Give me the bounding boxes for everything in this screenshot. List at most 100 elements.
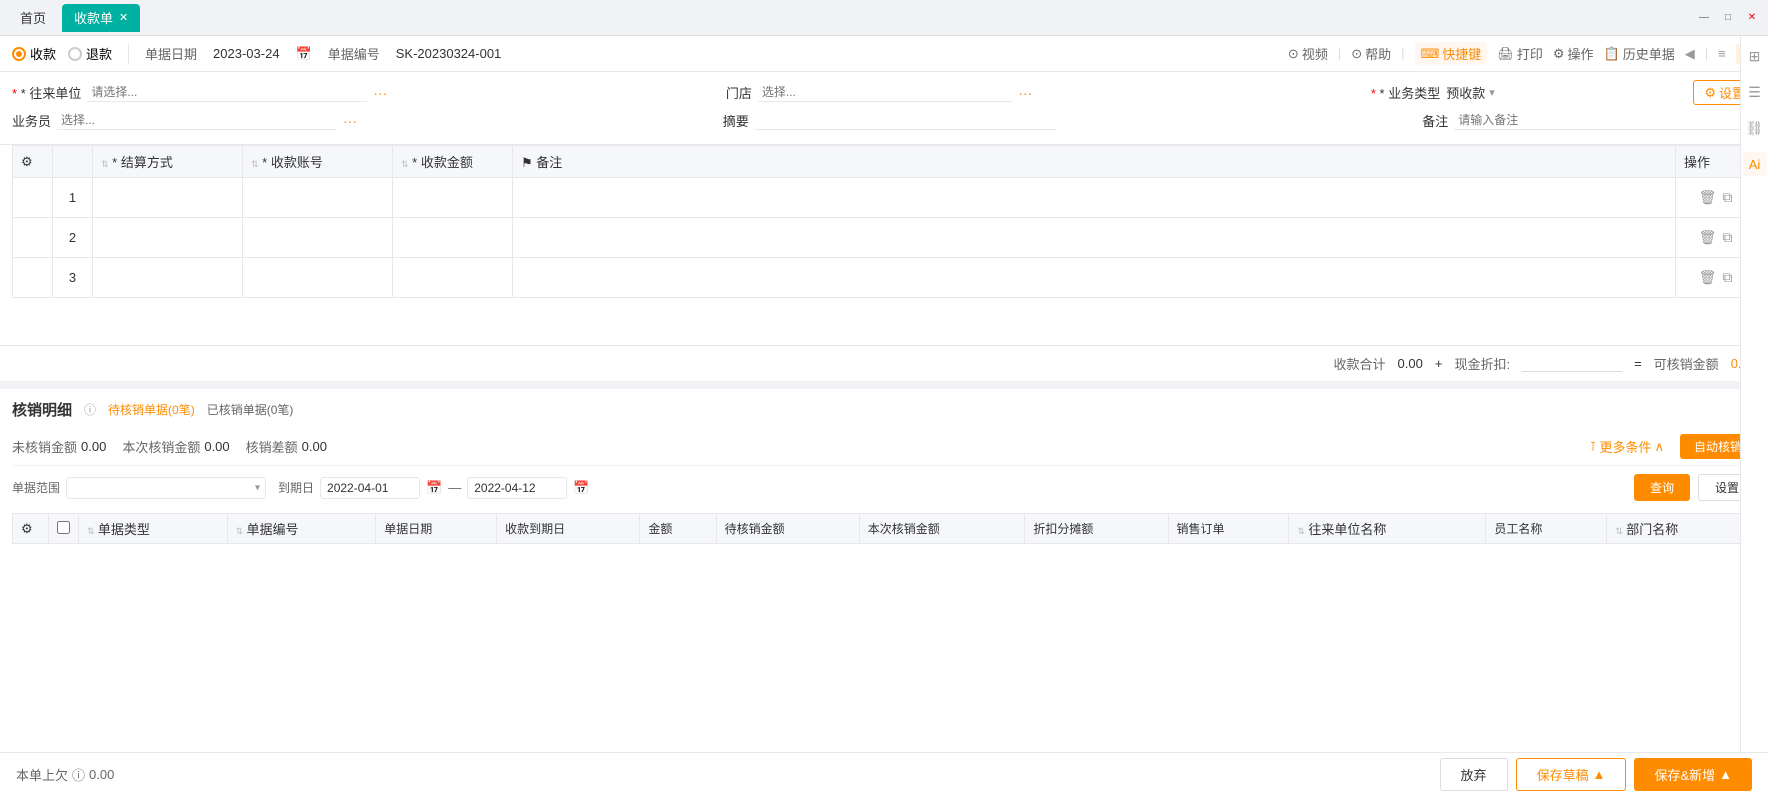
tab-receipt[interactable]: 收款单 ✕	[62, 4, 140, 32]
pending-tab-link[interactable]: 待核销单据(0笔)	[108, 401, 195, 418]
summary-input[interactable]	[755, 111, 1057, 130]
video-btn[interactable]: ⊙ 视频	[1288, 44, 1328, 63]
sidebar-ai-icon[interactable]: Ai	[1743, 152, 1767, 176]
row2-settlement[interactable]	[93, 218, 243, 258]
query-btn[interactable]: 查询	[1634, 474, 1690, 501]
receipt-refund-toggle: 收款 退款	[12, 44, 112, 63]
row2-amount[interactable]	[393, 218, 513, 258]
save-btn[interactable]: 保存&新增 ▲	[1634, 758, 1752, 791]
tab-bar: 首页 收款单 ✕ — □ ✕	[0, 0, 1768, 36]
row3-delete-icon[interactable]: 🗑	[1699, 269, 1717, 286]
row2-copy-icon[interactable]: ⧉	[1722, 229, 1732, 246]
row3-account[interactable]	[243, 258, 393, 298]
ai-label: Ai	[1749, 157, 1761, 172]
bottom-info: 本单上欠 ⓘ 0.00	[16, 765, 114, 784]
business-type-select[interactable]: 预收款 ▾	[1446, 83, 1495, 102]
form-row-2: 业务员 ··· 摘要 备注	[12, 111, 1756, 130]
store-input[interactable]	[758, 83, 1012, 102]
col-number-header	[53, 146, 93, 178]
row1-amount[interactable]	[393, 178, 513, 218]
row2-remark[interactable]	[513, 218, 1676, 258]
row3-amount[interactable]	[393, 258, 513, 298]
operation-btn[interactable]: ⚙ 操作	[1553, 44, 1594, 63]
dept-sort-icon[interactable]: ⇅	[1615, 526, 1623, 536]
tab-close-icon[interactable]: ✕	[119, 11, 128, 24]
unchecked-label: 未核销金额	[12, 437, 77, 456]
help-btn[interactable]: ⊙ 帮助	[1351, 44, 1391, 63]
refund-radio[interactable]: 退款	[68, 44, 112, 63]
row1-delete-icon[interactable]: 🗑	[1699, 189, 1717, 206]
draft-arrow-icon[interactable]: ▲	[1593, 767, 1606, 782]
discount-input[interactable]	[1522, 356, 1622, 372]
row2-account[interactable]	[243, 218, 393, 258]
sidebar-link-icon[interactable]: ⛓	[1743, 116, 1767, 140]
number-sort-icon[interactable]: ⇅	[236, 526, 244, 536]
row3-settlement[interactable]	[93, 258, 243, 298]
store-more-btn[interactable]: ···	[1018, 85, 1032, 101]
receipt-radio[interactable]: 收款	[12, 44, 56, 63]
partner-sort-icon[interactable]: ⇅	[1297, 526, 1305, 536]
history-btn[interactable]: 📋 历史单据	[1604, 44, 1675, 63]
wcol-current: 本次核销金额	[859, 514, 1025, 544]
partner-input[interactable]	[87, 83, 367, 102]
partner-more-btn[interactable]: ···	[373, 85, 387, 101]
date-from-input[interactable]	[320, 477, 420, 499]
col-account-header: ⇅ * 收款账号	[243, 146, 393, 178]
row2-delete-icon[interactable]: 🗑	[1699, 229, 1717, 246]
row1-account[interactable]	[243, 178, 393, 218]
wcol-settings[interactable]: ⚙	[13, 514, 49, 544]
select-all-checkbox[interactable]	[57, 521, 70, 534]
completed-tab-link[interactable]: 已核销单据(0笔)	[207, 401, 294, 418]
diff-value: 0.00	[302, 439, 327, 454]
cal-from-icon[interactable]: 📅	[426, 480, 442, 496]
date-to-input[interactable]	[467, 477, 567, 499]
calendar-icon[interactable]: 📅	[296, 46, 312, 62]
help-label: 帮助	[1365, 44, 1391, 63]
table-gear-icon[interactable]: ⚙	[21, 154, 33, 169]
type-sort-icon[interactable]: ⇅	[87, 526, 95, 536]
row1-settlement[interactable]	[93, 178, 243, 218]
diff-stat: 核销差额 0.00	[246, 437, 327, 456]
amount-sort-icon[interactable]: ⇅	[401, 159, 409, 169]
save-arrow-icon[interactable]: ▲	[1719, 767, 1732, 782]
writeoff-info-icon[interactable]: ⓘ	[84, 401, 96, 418]
shortcut-btn[interactable]: ⌨ 快捷键	[1415, 42, 1488, 65]
col-settings-header[interactable]: ⚙	[13, 146, 53, 178]
more-conditions-btn[interactable]: ⊺ 更多条件 ∧	[1590, 437, 1664, 456]
cal-to-icon[interactable]: 📅	[573, 480, 589, 496]
abandon-btn[interactable]: 放弃	[1440, 758, 1508, 791]
nav-left-icon[interactable]: ◀	[1685, 46, 1695, 62]
minimize-btn[interactable]: —	[1696, 10, 1712, 26]
col-amount-header: ⇅ * 收款金额	[393, 146, 513, 178]
staff-more-btn[interactable]: ···	[343, 113, 357, 129]
close-btn[interactable]: ✕	[1744, 10, 1760, 26]
toolbar-right: ⊙ 视频 | ⊙ 帮助 | ⌨ 快捷键 🖨 打印 ⚙ 操作 📋	[1288, 42, 1756, 65]
row3-remark[interactable]	[513, 258, 1676, 298]
remark-input[interactable]	[1454, 111, 1756, 130]
row1-copy-icon[interactable]: ⧉	[1722, 189, 1732, 206]
total-label: 收款合计	[1334, 354, 1386, 373]
number-value: SK-20230324-001	[396, 46, 502, 61]
summary-field: 摘要	[723, 111, 1057, 130]
account-sort-icon[interactable]: ⇅	[251, 159, 259, 169]
row3-copy-icon[interactable]: ⧉	[1722, 269, 1732, 286]
staff-input[interactable]	[57, 111, 337, 130]
summary-row: 收款合计 0.00 + 现金折扣: = 可核销金额 0.00	[0, 345, 1768, 381]
maximize-btn[interactable]: □	[1720, 10, 1736, 26]
row1-remark[interactable]	[513, 178, 1676, 218]
wcol-gear-icon[interactable]: ⚙	[21, 521, 33, 536]
list-icon[interactable]: ≡	[1718, 46, 1726, 61]
partner-field: * * 往来单位 ···	[12, 83, 387, 102]
tab-home[interactable]: 首页	[8, 4, 58, 32]
sidebar-list-icon[interactable]: ☰	[1743, 80, 1767, 104]
settlement-sort-icon[interactable]: ⇅	[101, 159, 109, 169]
print-btn[interactable]: 🖨 打印	[1497, 44, 1543, 63]
row3-num: 3	[53, 258, 93, 298]
help-icon: ⊙	[1351, 46, 1362, 62]
range-select[interactable]	[66, 477, 266, 499]
wcol-number: ⇅ 单据编号	[227, 514, 376, 544]
col-settlement-header: ⇅ * 结算方式	[93, 146, 243, 178]
toolbar-sep-1: |	[1338, 46, 1341, 61]
sidebar-table-icon[interactable]: ⊞	[1743, 44, 1767, 68]
draft-btn[interactable]: 保存草稿 ▲	[1516, 758, 1627, 791]
